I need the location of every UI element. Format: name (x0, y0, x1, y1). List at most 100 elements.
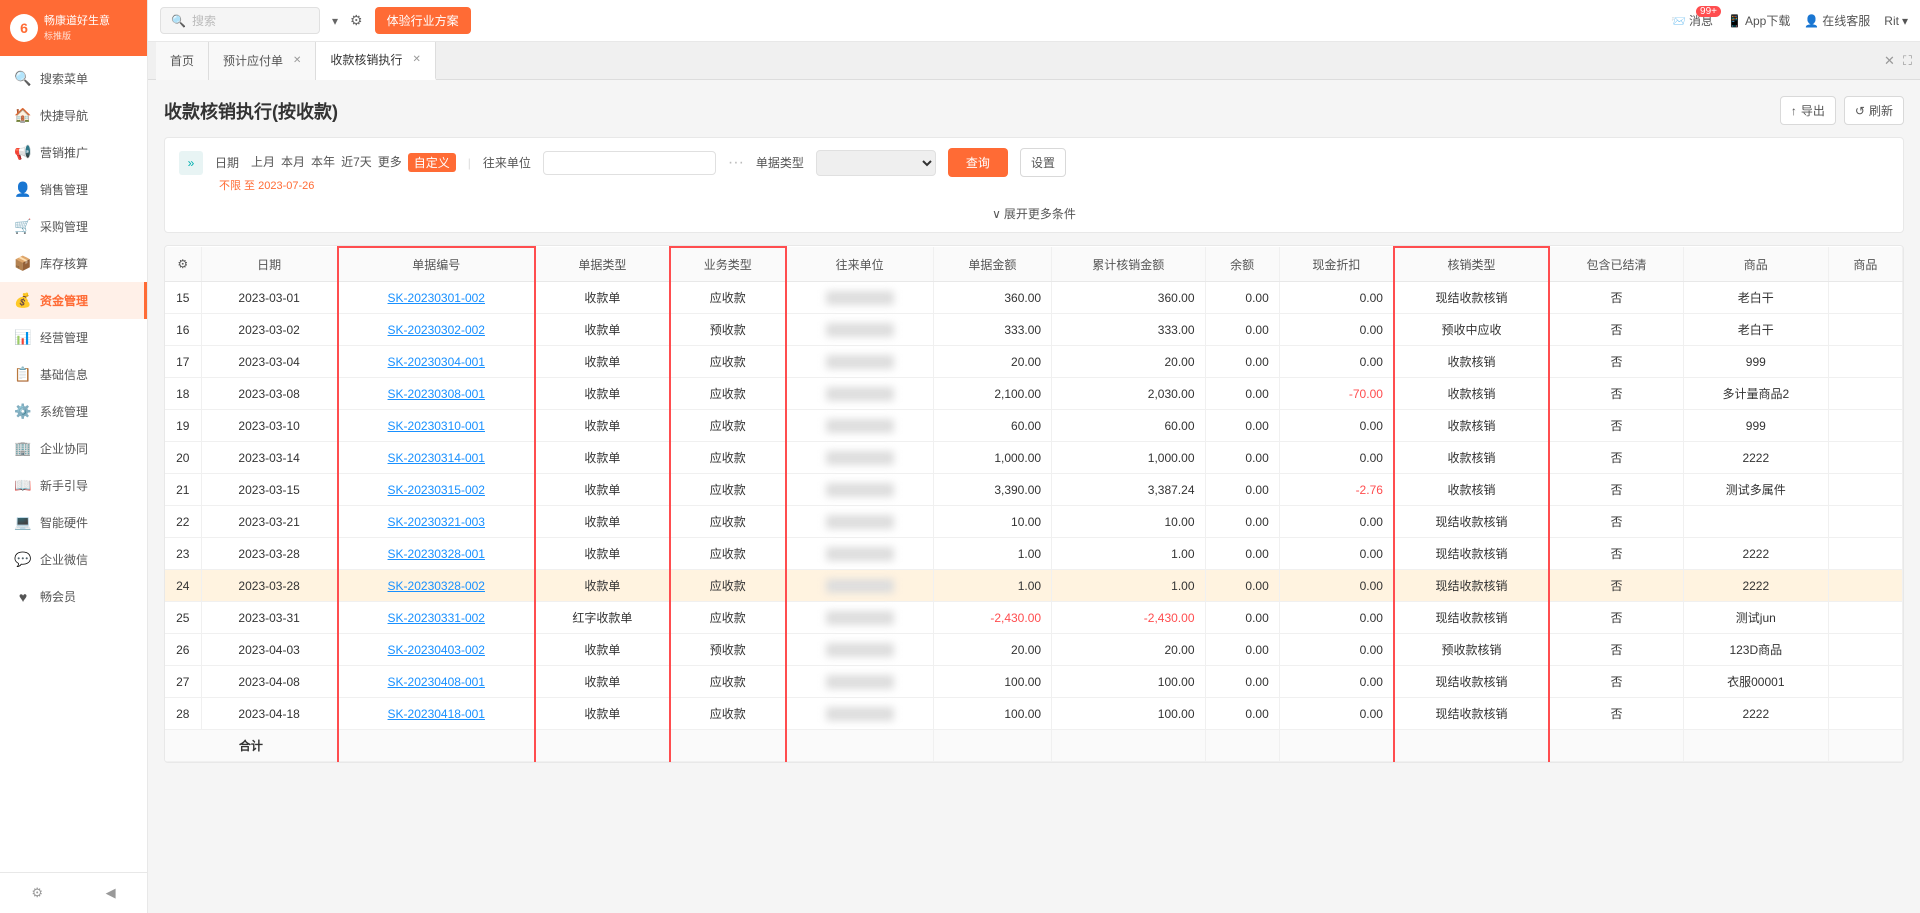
tab-home[interactable]: 首页 (156, 42, 209, 80)
sidebar-item-finance[interactable]: 💰 资金管理 (0, 282, 147, 319)
sidebar-label-hardware: 智能硬件 (40, 514, 88, 531)
filter-date-last-month[interactable]: 上月 (251, 153, 275, 172)
cell-date: 2023-03-01 (201, 282, 338, 314)
filter-date-this-month[interactable]: 本月 (281, 153, 305, 172)
sidebar-item-corp[interactable]: 🏢 企业协同 (0, 430, 147, 467)
cell-goods1: 衣服00001 (1683, 666, 1828, 698)
topbar-dropdown-icon[interactable]: ▾ (332, 14, 338, 28)
tab-payable-close[interactable]: ✕ (293, 55, 301, 66)
message-badge: 99+ (1696, 6, 1721, 17)
topbar-solution-btn[interactable]: 体验行业方案 (375, 7, 471, 34)
sidebar-collapse-icon[interactable]: ◀ (98, 881, 124, 905)
sidebar-item-hardware[interactable]: 💻 智能硬件 (0, 504, 147, 541)
doc-no-link[interactable]: SK-20230328-001 (388, 547, 485, 561)
cell-date: 2023-04-03 (201, 634, 338, 666)
doc-no-link[interactable]: SK-20230302-002 (388, 323, 485, 337)
cell-balance: 0.00 (1205, 346, 1279, 378)
filter-date-this-year[interactable]: 本年 (311, 153, 335, 172)
cell-no: 15 (165, 282, 201, 314)
sidebar-item-member[interactable]: ♥ 畅会员 (0, 578, 147, 615)
doc-no-link[interactable]: SK-20230308-001 (388, 387, 485, 401)
data-table-container: ⚙ 日期 单据编号 单据类型 业务类型 往来单位 单据金额 累计核销金额 余额 … (164, 245, 1904, 763)
doc-no-link[interactable]: SK-20230418-001 (388, 707, 485, 721)
tab-receipt-cancel-close[interactable]: ✕ (412, 54, 420, 65)
doc-no-link[interactable]: SK-20230315-002 (388, 483, 485, 497)
doc-no-link[interactable]: SK-20230304-001 (388, 355, 485, 369)
cell-doc-no[interactable]: SK-20230315-002 (338, 474, 535, 506)
topbar-gear-icon[interactable]: ⚙ (350, 12, 363, 29)
filter-query-btn[interactable]: 查询 (948, 148, 1008, 177)
doc-no-link[interactable]: SK-20230314-001 (388, 451, 485, 465)
cell-included: 否 (1549, 698, 1683, 730)
table-row: 21 2023-03-15 SK-20230315-002 收款单 应收款 ██… (165, 474, 1903, 506)
cell-doc-no[interactable]: SK-20230302-002 (338, 314, 535, 346)
refresh-btn[interactable]: ↺ 刷新 (1844, 96, 1904, 125)
cell-doc-no[interactable]: SK-20230331-002 (338, 602, 535, 634)
tab-receipt-cancel[interactable]: 收款核销执行 ✕ (316, 42, 435, 80)
topbar-service-btn[interactable]: 👤 在线客服 (1804, 12, 1870, 29)
doc-no-link[interactable]: SK-20230403-002 (388, 643, 485, 657)
filter-date-7days[interactable]: 近7天 (341, 153, 372, 172)
search-icon: 🔍 (171, 14, 186, 28)
table-scroll-area[interactable]: ⚙ 日期 单据编号 单据类型 业务类型 往来单位 单据金额 累计核销金额 余额 … (165, 246, 1903, 762)
tabbar-close-icon[interactable]: ✕ (1884, 53, 1895, 69)
cell-goods1: 老白干 (1683, 314, 1828, 346)
wechat-icon: 💬 (14, 551, 32, 568)
doc-no-link[interactable]: SK-20230328-002 (388, 579, 485, 593)
cell-balance: 0.00 (1205, 282, 1279, 314)
tabbar-expand-icon[interactable]: ⛶ (1903, 53, 1912, 69)
doc-no-link[interactable]: SK-20230408-001 (388, 675, 485, 689)
sidebar-item-operation[interactable]: 📊 经营管理 (0, 319, 147, 356)
doc-no-link[interactable]: SK-20230331-002 (388, 611, 485, 625)
topbar-user[interactable]: Rit ▾ (1884, 14, 1908, 28)
cell-doc-no[interactable]: SK-20230408-001 (338, 666, 535, 698)
basic-icon: 📋 (14, 366, 32, 383)
cell-doc-no[interactable]: SK-20230301-002 (338, 282, 535, 314)
cell-biz-type: 应收款 (670, 474, 786, 506)
export-btn[interactable]: ↑ 导出 (1780, 96, 1836, 125)
doc-no-link[interactable]: SK-20230310-001 (388, 419, 485, 433)
th-settings[interactable]: ⚙ (165, 247, 201, 282)
filter-doctype-select[interactable] (816, 150, 936, 176)
sidebar-item-purchase[interactable]: 🛒 采购管理 (0, 208, 147, 245)
doc-no-link[interactable]: SK-20230321-003 (388, 515, 485, 529)
cell-doc-no[interactable]: SK-20230403-002 (338, 634, 535, 666)
cell-doc-no[interactable]: SK-20230308-001 (338, 378, 535, 410)
page-header: 收款核销执行(按收款) ↑ 导出 ↺ 刷新 (164, 96, 1904, 125)
topbar-search[interactable]: 🔍 搜索 (160, 7, 320, 34)
cell-doc-no[interactable]: SK-20230418-001 (338, 698, 535, 730)
sidebar-item-search[interactable]: 🔍 搜索菜单 (0, 60, 147, 97)
finance-icon: 💰 (14, 292, 32, 309)
cell-doc-no[interactable]: SK-20230310-001 (338, 410, 535, 442)
cell-doc-no[interactable]: SK-20230328-002 (338, 570, 535, 602)
cell-goods1: 多计量商品2 (1683, 378, 1828, 410)
cell-cancel-amount: 20.00 (1052, 346, 1205, 378)
cell-doc-no[interactable]: SK-20230321-003 (338, 506, 535, 538)
cell-doc-no[interactable]: SK-20230314-001 (338, 442, 535, 474)
sidebar-item-inventory[interactable]: 📦 库存核算 (0, 245, 147, 282)
cell-doc-no[interactable]: SK-20230304-001 (338, 346, 535, 378)
filter-date-custom[interactable]: 自定义 (408, 153, 456, 172)
sidebar-item-sales[interactable]: 👤 销售管理 (0, 171, 147, 208)
sidebar-item-wechat[interactable]: 💬 企业微信 (0, 541, 147, 578)
filter-party-input[interactable] (543, 151, 716, 175)
cell-included: 否 (1549, 314, 1683, 346)
sidebar-item-basic[interactable]: 📋 基础信息 (0, 356, 147, 393)
cell-cancel-type: 收款核销 (1394, 410, 1549, 442)
topbar-app-btn[interactable]: 📱 App下载 (1727, 12, 1790, 29)
tab-payable[interactable]: 预计应付单 ✕ (209, 42, 316, 80)
filter-party-more[interactable]: ··· (728, 154, 744, 172)
hardware-icon: 💻 (14, 514, 32, 531)
filter-settings-btn[interactable]: 设置 (1020, 148, 1066, 177)
sidebar-item-marketing[interactable]: 📢 营销推广 (0, 134, 147, 171)
cell-doc-no[interactable]: SK-20230328-001 (338, 538, 535, 570)
sidebar-item-quick[interactable]: 🏠 快捷导航 (0, 97, 147, 134)
topbar-message-btn[interactable]: 📨 消息 99+ (1671, 12, 1713, 29)
doc-no-link[interactable]: SK-20230301-002 (388, 291, 485, 305)
sidebar-settings-icon[interactable]: ⚙ (23, 881, 51, 905)
filter-toggle-btn[interactable]: » (179, 151, 203, 175)
filter-date-more[interactable]: 更多 (378, 153, 402, 172)
sidebar-item-guide[interactable]: 📖 新手引导 (0, 467, 147, 504)
filter-expand-btn[interactable]: ∨ 展开更多条件 (992, 205, 1076, 222)
sidebar-item-system[interactable]: ⚙️ 系统管理 (0, 393, 147, 430)
